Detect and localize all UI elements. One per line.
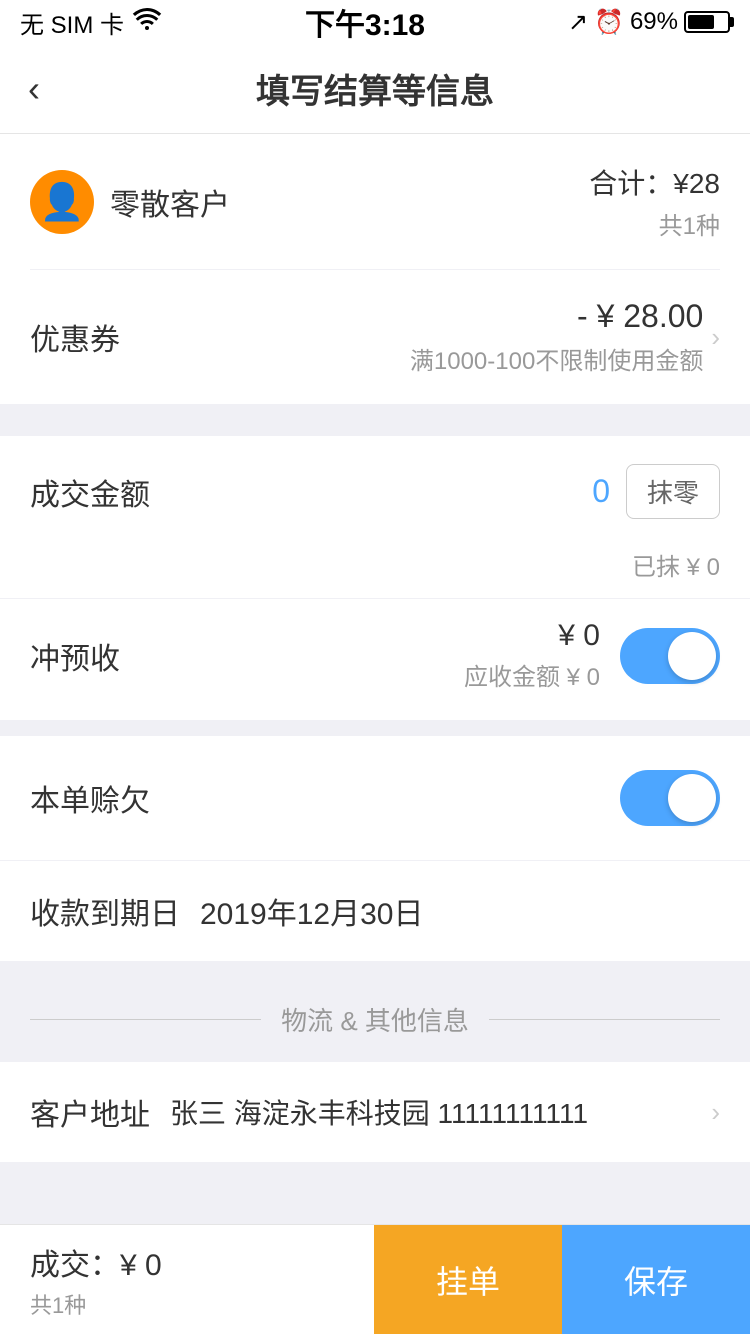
prepay-toggle[interactable] xyxy=(620,628,720,684)
customer-row: 👤 零散客户 合计：¥28 共1种 xyxy=(0,134,750,269)
address-row[interactable]: 客户地址 张三 海淀永丰科技园 11111111111 › xyxy=(0,1062,750,1162)
status-time: 下午3:18 xyxy=(305,0,425,44)
avatar-icon: 👤 xyxy=(40,181,85,223)
section-separator xyxy=(0,420,750,436)
prepay-amount-sub: 应收金额 ¥ 0 xyxy=(464,657,600,692)
status-left: 无 SIM 卡 xyxy=(20,5,162,40)
customer-right: 合计：¥28 共1种 xyxy=(589,162,720,241)
logistics-section: 物流 & 其他信息 xyxy=(0,977,750,1062)
section-separator-2 xyxy=(0,720,750,736)
due-date-value: 2019年12月30日 xyxy=(200,889,423,933)
bottom-info: 成交：¥ 0 共1种 xyxy=(0,1240,374,1320)
battery-percent: 69% xyxy=(630,8,678,36)
status-bar: 无 SIM 卡 下午3:18 ↗ ⏰ 69% xyxy=(0,0,750,44)
amount-sub-text: 已抹 ¥ 0 xyxy=(632,554,720,581)
alarm-icon: ⏰ xyxy=(594,8,624,37)
debt-toggle-circle xyxy=(668,774,716,822)
due-date-label: 收款到期日 xyxy=(30,889,180,933)
toggle-circle xyxy=(668,632,716,680)
wifi-icon xyxy=(132,8,162,37)
prepay-amounts: ¥ 0 应收金额 ¥ 0 xyxy=(464,619,600,692)
customer-left: 👤 零散客户 xyxy=(30,170,230,234)
amount-input-area: 0 抹零 xyxy=(592,464,720,519)
debt-section: 本单赊欠 收款到期日 2019年12月30日 xyxy=(0,736,750,961)
amount-label: 成交金额 xyxy=(30,470,150,514)
chevron-right-icon: › xyxy=(711,322,720,353)
bottom-count: 共1种 xyxy=(30,1288,344,1320)
prepay-row: 冲预收 ¥ 0 应收金额 ¥ 0 xyxy=(0,598,750,720)
coupon-discount: - ¥ 28.00 xyxy=(577,298,703,335)
customer-count: 共1种 xyxy=(589,206,720,241)
round-zero-button[interactable]: 抹零 xyxy=(626,464,720,519)
pending-button[interactable]: 挂单 xyxy=(374,1225,562,1334)
logistics-label: 物流 & 其他信息 xyxy=(281,1001,469,1038)
status-right: ↗ ⏰ 69% xyxy=(568,8,730,37)
deal-amount: ¥ 0 xyxy=(120,1249,162,1282)
address-chevron-icon: › xyxy=(711,1097,720,1128)
avatar: 👤 xyxy=(30,170,94,234)
debt-label: 本单赊欠 xyxy=(30,776,150,820)
back-button[interactable]: ‹ xyxy=(28,68,40,110)
address-section: 客户地址 张三 海淀永丰科技园 11111111111 › xyxy=(0,1062,750,1162)
logistics-line-right xyxy=(489,1019,720,1020)
customer-name: 零散客户 xyxy=(110,180,230,224)
prepay-label: 冲预收 xyxy=(30,634,120,678)
coupon-value: - ¥ 28.00 满1000-100不限制使用金额 xyxy=(410,298,703,376)
content: 👤 零散客户 合计：¥28 共1种 优惠券 - ¥ 28.00 满1000-10… xyxy=(0,134,750,1298)
prepay-amount-main: ¥ 0 xyxy=(464,619,600,653)
coupon-desc: 满1000-100不限制使用金额 xyxy=(410,341,703,376)
amount-section: 成交金额 0 抹零 已抹 ¥ 0 冲预收 ¥ 0 应收金额 ¥ 0 xyxy=(0,436,750,720)
battery-icon xyxy=(684,11,730,33)
battery-fill xyxy=(688,15,714,29)
logistics-line-left xyxy=(30,1019,261,1020)
bottom-bar: 成交：¥ 0 共1种 挂单 保存 xyxy=(0,1224,750,1334)
section-separator-3 xyxy=(0,961,750,977)
address-label: 客户地址 xyxy=(30,1090,150,1134)
bottom-deal-text: 成交：¥ 0 xyxy=(30,1240,344,1284)
address-value: 张三 海淀永丰科技园 11111111111 xyxy=(170,1092,711,1132)
customer-section: 👤 零散客户 合计：¥28 共1种 优惠券 - ¥ 28.00 满1000-10… xyxy=(0,134,750,404)
logistics-divider: 物流 & 其他信息 xyxy=(30,1001,720,1038)
customer-total: 合计：¥28 xyxy=(589,162,720,202)
save-button[interactable]: 保存 xyxy=(562,1225,750,1334)
debt-row: 本单赊欠 xyxy=(0,736,750,860)
deal-label: 成交： xyxy=(30,1249,120,1282)
coupon-row[interactable]: 优惠券 - ¥ 28.00 满1000-100不限制使用金额 › xyxy=(0,270,750,404)
page-title: 填写结算等信息 xyxy=(256,64,494,113)
amount-value[interactable]: 0 xyxy=(592,473,610,510)
nav-bar: ‹ 填写结算等信息 xyxy=(0,44,750,134)
date-row: 收款到期日 2019年12月30日 xyxy=(0,860,750,961)
amount-row: 成交金额 0 抹零 xyxy=(0,436,750,547)
coupon-label: 优惠券 xyxy=(30,315,120,359)
location-icon: ↗ xyxy=(568,8,588,37)
no-sim-text: 无 SIM 卡 xyxy=(20,5,124,40)
debt-toggle[interactable] xyxy=(620,770,720,826)
